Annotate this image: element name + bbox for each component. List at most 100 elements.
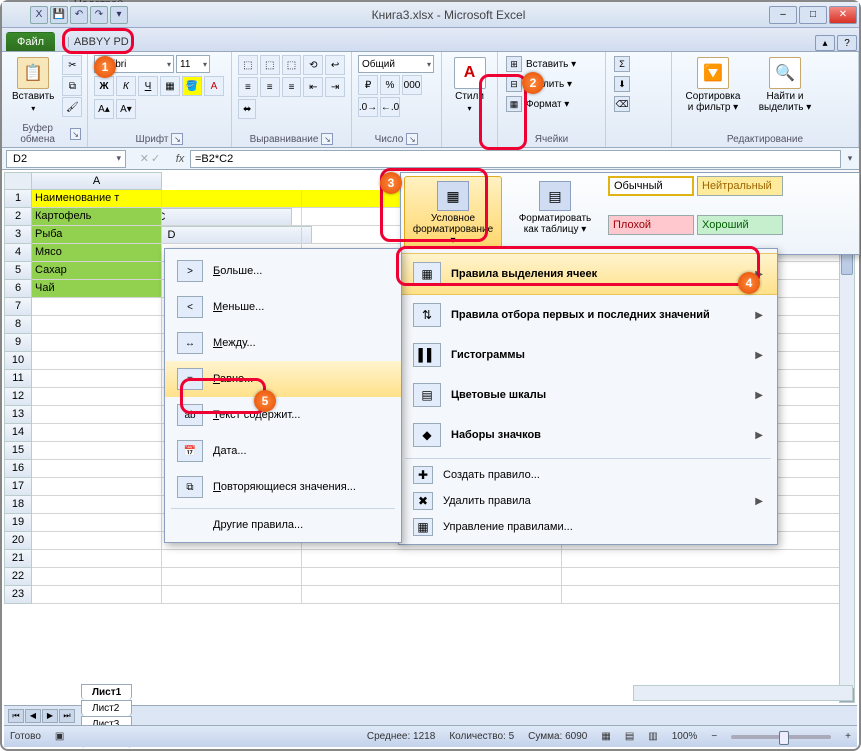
view-layout-icon[interactable]: ▤	[625, 731, 634, 742]
help-icon[interactable]: ?	[837, 35, 857, 51]
percent-icon[interactable]: %	[380, 75, 400, 95]
cell[interactable]	[32, 514, 162, 532]
cell[interactable]	[32, 496, 162, 514]
clear-button[interactable]: ⌫	[612, 95, 665, 113]
cancel-formula-icon[interactable]: ✕	[140, 152, 149, 165]
currency-icon[interactable]: ₽	[358, 75, 378, 95]
sheet-prev-icon[interactable]: ◀	[25, 709, 41, 723]
cell[interactable]	[162, 208, 302, 226]
align-bottom-icon[interactable]: ⬚	[282, 55, 302, 75]
align-right-icon[interactable]: ≡	[282, 77, 302, 97]
cf-mgmt-item[interactable]: ✖Удалить правила▶	[399, 488, 777, 514]
align-top-icon[interactable]: ⬚	[238, 55, 258, 75]
row-header[interactable]: 4	[4, 244, 32, 262]
decrease-decimal-icon[interactable]: ←.0	[380, 97, 400, 117]
cell[interactable]: Мясо	[32, 244, 162, 262]
cell[interactable]	[562, 586, 842, 604]
highlight-rule-item[interactable]: =Равно...	[165, 361, 401, 397]
macro-record-icon[interactable]: ▣	[55, 731, 64, 742]
cell[interactable]: Чай	[32, 280, 162, 298]
row-header[interactable]: 21	[4, 550, 32, 568]
highlight-rule-item[interactable]: ↔Между...	[165, 325, 401, 361]
italic-icon[interactable]: К	[116, 76, 136, 96]
row-header[interactable]: 22	[4, 568, 32, 586]
cell[interactable]	[32, 298, 162, 316]
cell[interactable]	[162, 190, 302, 208]
highlight-rule-item[interactable]: abТекст содержит...	[165, 397, 401, 433]
cell[interactable]	[302, 550, 562, 568]
cell[interactable]	[32, 406, 162, 424]
cf-menu-item[interactable]: ⇅Правила отбора первых и последних значе…	[399, 295, 777, 335]
autosum-button[interactable]: Σ	[612, 55, 665, 73]
row-header[interactable]: 20	[4, 532, 32, 550]
other-rules-item[interactable]: Другие правила...	[165, 512, 401, 538]
comma-icon[interactable]: 000	[402, 75, 422, 95]
row-header[interactable]: 1	[4, 190, 32, 208]
cf-mgmt-item[interactable]: ▦Управление правилами...	[399, 514, 777, 540]
font-dialog-launcher[interactable]: ↘	[171, 133, 183, 145]
customize-qat-icon[interactable]: ▾	[110, 6, 128, 24]
increase-decimal-icon[interactable]: .0→	[358, 97, 378, 117]
row-header[interactable]: 9	[4, 334, 32, 352]
number-dialog-launcher[interactable]: ↘	[406, 133, 418, 145]
zoom-in-icon[interactable]: +	[845, 731, 851, 742]
copy-icon[interactable]: ⧉	[62, 76, 82, 96]
styles-button[interactable]: A Стили ▾	[448, 55, 491, 115]
sheet-last-icon[interactable]: ⏭	[59, 709, 75, 723]
cf-mgmt-item[interactable]: ✚Создать правило...	[399, 462, 777, 488]
ribbon-minimize-icon[interactable]: ▴	[815, 35, 835, 51]
row-header[interactable]: 17	[4, 478, 32, 496]
row-header[interactable]: 16	[4, 460, 32, 478]
wrap-text-icon[interactable]: ↩	[325, 55, 345, 75]
cell[interactable]	[302, 568, 562, 586]
fill-button[interactable]: ⬇	[612, 75, 665, 93]
align-middle-icon[interactable]: ⬚	[260, 55, 280, 75]
cell[interactable]: Сахар	[32, 262, 162, 280]
name-box[interactable]: D2	[6, 150, 126, 168]
increase-indent-icon[interactable]: ⇥	[325, 77, 345, 97]
row-header[interactable]: 8	[4, 316, 32, 334]
save-icon[interactable]: 💾	[50, 6, 68, 24]
fx-icon[interactable]: fx	[170, 153, 190, 165]
cell[interactable]: Рыба	[32, 226, 162, 244]
row-header[interactable]: 18	[4, 496, 32, 514]
cell[interactable]	[32, 334, 162, 352]
fill-color-icon[interactable]: 🪣	[182, 76, 202, 96]
font-color-icon[interactable]: A	[204, 76, 224, 96]
align-center-icon[interactable]: ≡	[260, 77, 280, 97]
row-header[interactable]: 23	[4, 586, 32, 604]
underline-icon[interactable]: Ч	[138, 76, 158, 96]
cell[interactable]	[32, 370, 162, 388]
cell[interactable]	[32, 316, 162, 334]
cell-style-Обычный[interactable]: Обычный	[608, 176, 694, 196]
highlight-rule-item[interactable]: <Меньше...	[165, 289, 401, 325]
row-header[interactable]: 11	[4, 370, 32, 388]
row-header[interactable]: 19	[4, 514, 32, 532]
row-header[interactable]: 15	[4, 442, 32, 460]
horizontal-scrollbar[interactable]	[633, 685, 853, 701]
delete-cells-button[interactable]: ⊟Удалить ▾	[504, 75, 599, 93]
cell[interactable]	[32, 442, 162, 460]
undo-icon[interactable]: ↶	[70, 6, 88, 24]
find-select-button[interactable]: 🔍 Найти и выделить ▾	[752, 55, 818, 134]
conditional-formatting-button[interactable]: ▦ Условное форматирование ▾	[404, 176, 502, 251]
view-normal-icon[interactable]: ▦	[601, 731, 610, 742]
cell[interactable]	[562, 550, 842, 568]
row-header[interactable]: 12	[4, 388, 32, 406]
highlight-rule-item[interactable]: >Больше...	[165, 253, 401, 289]
cell[interactable]	[32, 568, 162, 586]
cell[interactable]	[32, 460, 162, 478]
cell[interactable]	[32, 586, 162, 604]
row-header[interactable]: 7	[4, 298, 32, 316]
shrink-font-icon[interactable]: A▾	[116, 99, 136, 119]
border-icon[interactable]: ▦	[160, 76, 180, 96]
vertical-scrollbar[interactable]: ▴ ▾	[839, 190, 855, 703]
row-header[interactable]: 3	[4, 226, 32, 244]
sheet-tab-Лист1[interactable]: Лист1	[81, 684, 132, 700]
cell[interactable]	[162, 550, 302, 568]
close-button[interactable]: ✕	[829, 6, 857, 24]
sort-filter-button[interactable]: 🔽 Сортировка и фильтр ▾	[678, 55, 748, 134]
merge-center-icon[interactable]: ⬌	[238, 99, 256, 119]
cf-menu-item[interactable]: ▦Правила выделения ячеек▶	[399, 253, 777, 295]
cell[interactable]	[32, 388, 162, 406]
